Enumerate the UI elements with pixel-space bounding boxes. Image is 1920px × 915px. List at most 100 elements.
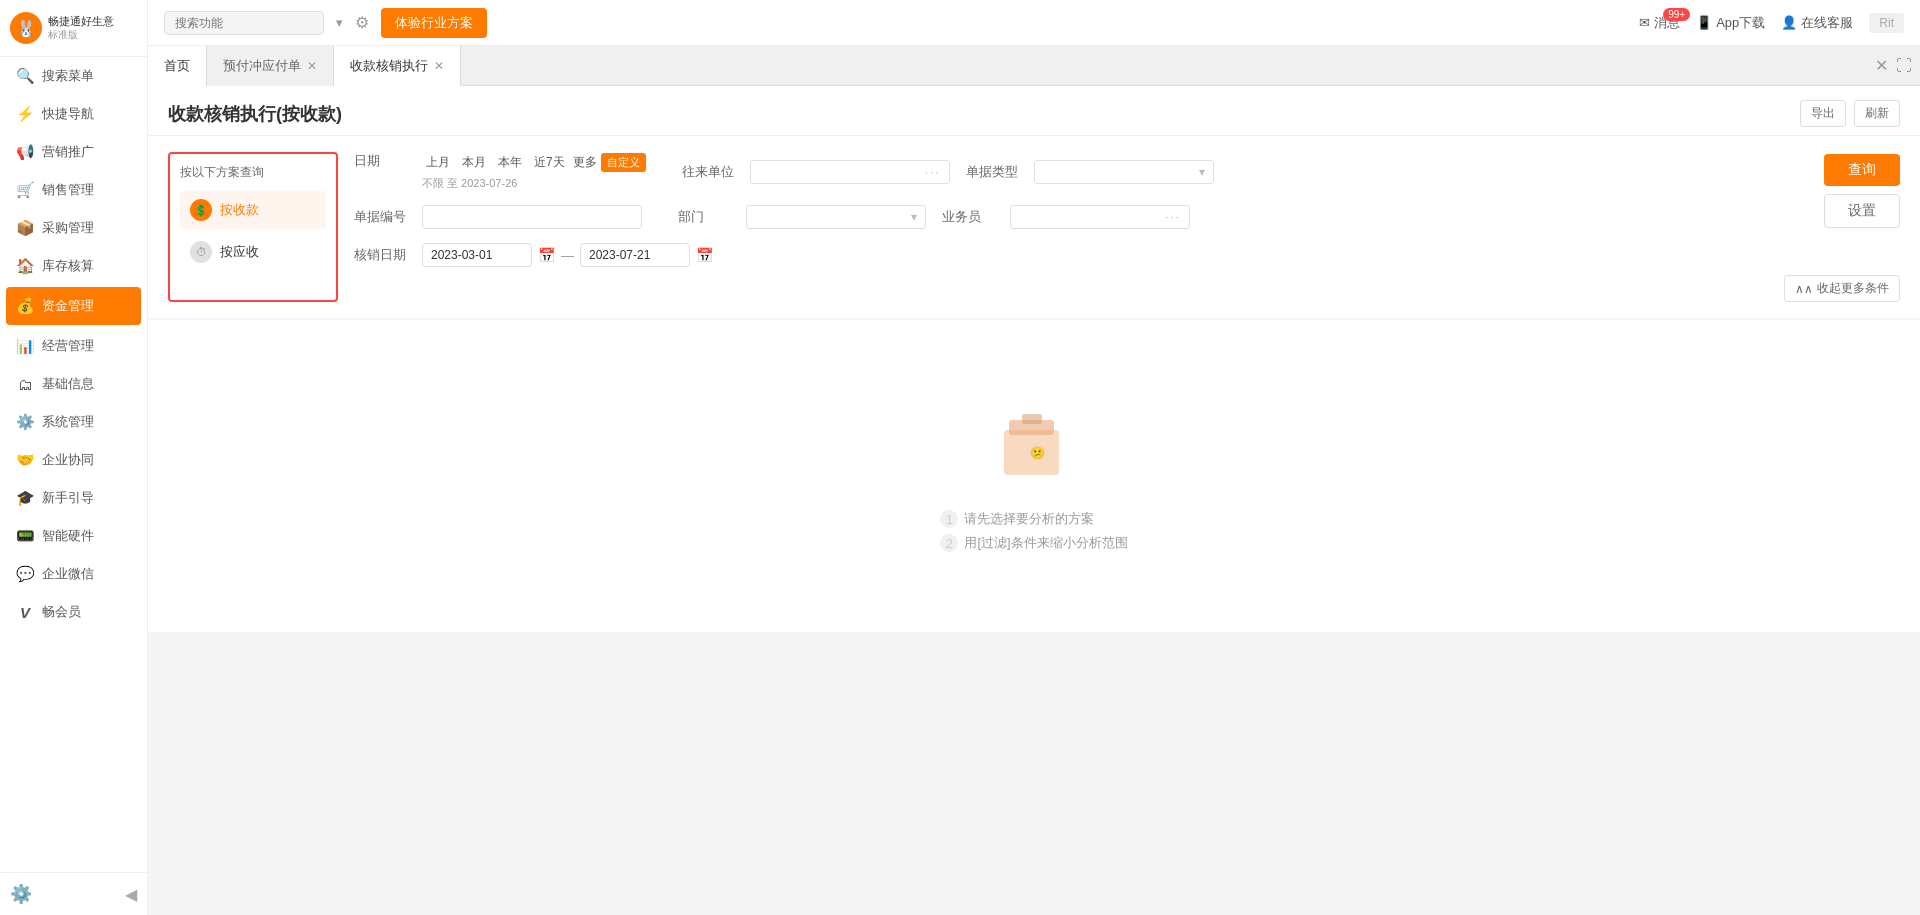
sidebar-item-management[interactable]: 📊 经营管理 (0, 327, 147, 365)
sidebar-label-management: 经营管理 (42, 337, 94, 355)
party-input[interactable]: ··· (750, 160, 950, 184)
sidebar-label-marketing: 营销推广 (42, 143, 94, 161)
writeoff-to-calendar-icon[interactable]: 📅 (696, 247, 713, 263)
sidebar-label-sales: 销售管理 (42, 181, 94, 199)
page-toolbar: 导出 刷新 (1800, 100, 1900, 127)
docno-input[interactable] (422, 205, 642, 229)
message-icon: ✉ (1639, 15, 1650, 30)
sidebar-label-quick: 快捷导航 (42, 105, 94, 123)
tab-prepay[interactable]: 预付冲应付单 ✕ (207, 46, 334, 86)
by-payment-icon: 💲 (190, 199, 212, 221)
sidebar-item-system[interactable]: ⚙️ 系统管理 (0, 403, 147, 441)
sidebar-item-sales[interactable]: 🛒 销售管理 (0, 171, 147, 209)
app-download-label: App下载 (1716, 14, 1765, 32)
sidebar-item-basics[interactable]: 🗂 基础信息 (0, 365, 147, 403)
system-icon: ⚙️ (16, 413, 34, 431)
sidebar-collapse-btn[interactable]: ◀ (125, 885, 137, 904)
collapse-label: 收起更多条件 (1817, 280, 1889, 297)
query-button[interactable]: 查询 (1824, 154, 1900, 186)
sidebar-item-guide[interactable]: 🎓 新手引导 (0, 479, 147, 517)
doctype-select[interactable]: ▾ (1034, 160, 1214, 184)
writeoff-from-calendar-icon[interactable]: 📅 (538, 247, 555, 263)
date-separator: — (561, 248, 574, 263)
page-title: 收款核销执行(按收款) (168, 102, 342, 126)
sales-icon: 🛒 (16, 181, 34, 199)
sidebar-item-wechat[interactable]: 💬 企业微信 (0, 555, 147, 593)
collapse-arrow-icon: ∧∧ (1795, 282, 1813, 296)
sidebar-nav: 🔍 搜索菜单 ⚡ 快捷导航 📢 营销推广 🛒 销售管理 📦 采购管理 🏠 库存核… (0, 57, 147, 872)
app-download-button[interactable]: 📱 App下载 (1696, 14, 1765, 32)
empty-state: 😕 1 请先选择要分析的方案 2 用[过滤]条件来缩小分析范围 (148, 320, 1920, 632)
dept-filter-group: 部门 ▾ (678, 205, 926, 229)
sidebar-item-member[interactable]: V 畅会员 (0, 593, 147, 631)
writeoff-to-input[interactable] (580, 243, 690, 267)
staff-input[interactable]: ··· (1010, 205, 1190, 229)
sidebar-item-hardware[interactable]: 📟 智能硬件 (0, 517, 147, 555)
writeoff-from-input[interactable] (422, 243, 532, 267)
search-menu-icon: 🔍 (16, 67, 34, 85)
collapse-conditions-button[interactable]: ∧∧ 收起更多条件 (1784, 275, 1900, 302)
sidebar-label-guide: 新手引导 (42, 489, 94, 507)
topbar-search-input[interactable] (164, 11, 324, 35)
user-name-label[interactable]: Rit (1869, 13, 1904, 33)
sidebar-label-finance: 资金管理 (42, 297, 94, 315)
collab-icon: 🤝 (16, 451, 34, 469)
hint1-text: 请先选择要分析的方案 (964, 510, 1094, 528)
online-service-button[interactable]: 👤 在线客服 (1781, 14, 1853, 32)
tab-prepay-close[interactable]: ✕ (307, 59, 317, 73)
management-icon: 📊 (16, 337, 34, 355)
settings-bottom-icon[interactable]: ⚙️ (10, 883, 32, 905)
dept-select[interactable]: ▾ (746, 205, 926, 229)
tab-close-all-icon[interactable]: ✕ (1875, 56, 1888, 75)
shortcut-last-month[interactable]: 上月 (422, 152, 454, 173)
quick-nav-icon: ⚡ (16, 105, 34, 123)
empty-illustration: 😕 (984, 400, 1084, 490)
topbar-chevron-icon[interactable]: ▾ (336, 15, 343, 30)
filter-row-2: 单据编号 部门 ▾ (354, 205, 1808, 229)
tab-writeoff-label: 收款核销执行 (350, 57, 428, 75)
sidebar-item-collab[interactable]: 🤝 企业协同 (0, 441, 147, 479)
tab-expand-icon[interactable]: ⛶ (1896, 57, 1912, 75)
date-filter-group: 日期 上月 本月 本年 近7天 更多 自定义 (354, 152, 646, 191)
docno-label: 单据编号 (354, 208, 414, 226)
filter-panel-title: 按以下方案查询 (180, 164, 326, 181)
sidebar-label-purchase: 采购管理 (42, 219, 94, 237)
basics-icon: 🗂 (16, 376, 34, 393)
topbar-gear-icon[interactable]: ⚙ (355, 13, 369, 32)
sidebar-item-finance[interactable]: 💰 资金管理 (6, 287, 141, 325)
shortcut-more[interactable]: 更多 (573, 154, 597, 171)
shortcut-this-month[interactable]: 本月 (458, 152, 490, 173)
tab-bar: 首页 预付冲应付单 ✕ 收款核销执行 ✕ ✕ ⛶ (148, 46, 1920, 86)
tab-writeoff-close[interactable]: ✕ (434, 59, 444, 73)
guide-icon: 🎓 (16, 489, 34, 507)
tab-writeoff[interactable]: 收款核销执行 ✕ (334, 46, 461, 86)
tab-home[interactable]: 首页 (148, 46, 207, 86)
filter-left-panel: 按以下方案查询 💲 按收款 ⏱ 按应收 (168, 152, 338, 302)
export-button[interactable]: 导出 (1800, 100, 1846, 127)
sidebar-item-search[interactable]: 🔍 搜索菜单 (0, 57, 147, 95)
sidebar-item-quick[interactable]: ⚡ 快捷导航 (0, 95, 147, 133)
member-icon: V (16, 604, 34, 621)
service-icon: 👤 (1781, 15, 1797, 30)
tab-home-label: 首页 (164, 57, 190, 75)
sidebar-item-purchase[interactable]: 📦 采购管理 (0, 209, 147, 247)
setting-button[interactable]: 设置 (1824, 194, 1900, 228)
solution-button[interactable]: 体验行业方案 (381, 8, 487, 38)
hint1-num-icon: 1 (940, 510, 958, 528)
staff-filter-group: 业务员 ··· (942, 205, 1190, 229)
filter-option-by-receivable[interactable]: ⏱ 按应收 (180, 233, 326, 271)
sidebar-item-inventory[interactable]: 🏠 库存核算 (0, 247, 147, 285)
empty-hint-2: 2 用[过滤]条件来缩小分析范围 (940, 534, 1127, 552)
doctype-label: 单据类型 (966, 163, 1026, 181)
wechat-icon: 💬 (16, 565, 34, 583)
date-shortcuts-row: 上月 本月 本年 近7天 更多 自定义 (422, 152, 646, 173)
shortcut-7days[interactable]: 近7天 (530, 152, 569, 173)
sidebar-item-marketing[interactable]: 📢 营销推广 (0, 133, 147, 171)
empty-svg: 😕 (984, 400, 1084, 490)
shortcut-this-year[interactable]: 本年 (494, 152, 526, 173)
filter-option-by-payment[interactable]: 💲 按收款 (180, 191, 326, 229)
sidebar-label-basics: 基础信息 (42, 375, 94, 393)
message-button[interactable]: ✉ 消息 99+ (1639, 14, 1680, 32)
refresh-button[interactable]: 刷新 (1854, 100, 1900, 127)
shortcut-custom[interactable]: 自定义 (601, 153, 646, 172)
